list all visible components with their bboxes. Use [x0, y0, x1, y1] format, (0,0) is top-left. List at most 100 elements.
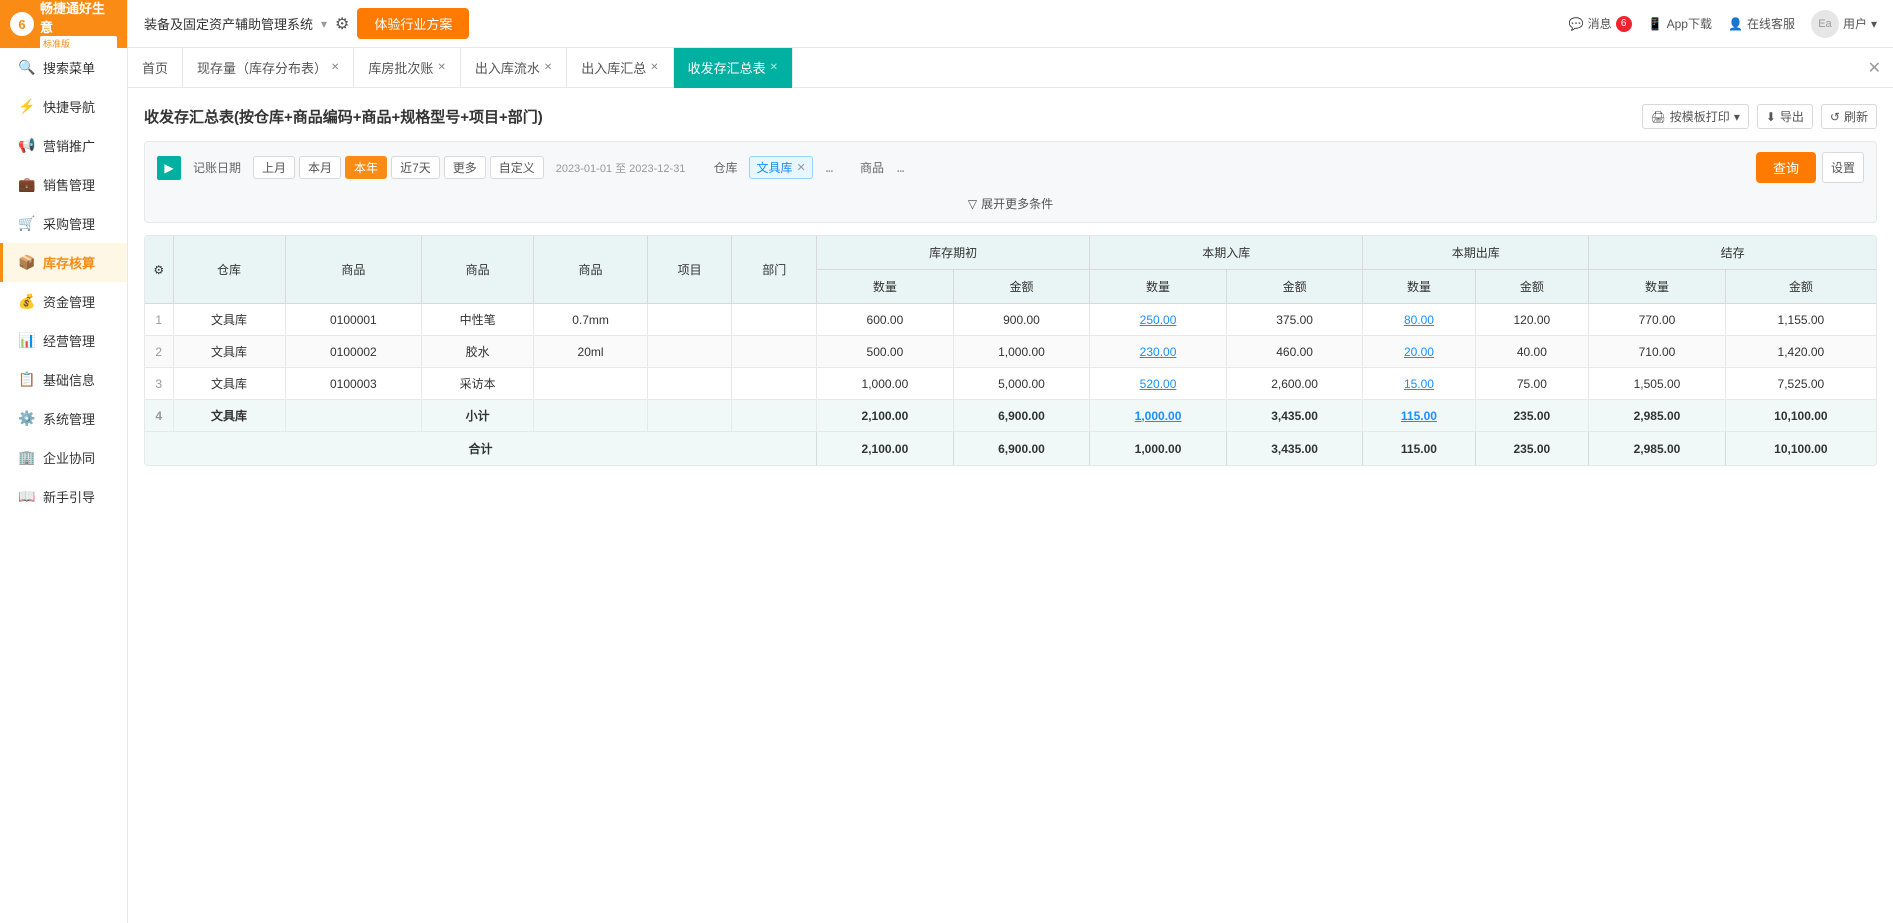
sidebar-item-finance[interactable]: 💰 资金管理: [0, 282, 127, 321]
sidebar-item-operations[interactable]: 📊 经营管理: [0, 321, 127, 360]
cell-name: 小计: [422, 400, 534, 432]
enterprise-icon: 🏢: [19, 450, 35, 466]
marketing-icon: 📢: [19, 138, 35, 154]
cell-row-num: 3: [145, 368, 173, 400]
print-button[interactable]: 🖨 按模板打印 ▾: [1642, 104, 1749, 129]
tab-inventory-dist[interactable]: 现存量（库存分布表） ✕: [183, 48, 354, 88]
cell-in-qty[interactable]: 250.00: [1090, 304, 1227, 336]
online-service-button[interactable]: 👤 在线客服: [1728, 15, 1795, 32]
app-download-button[interactable]: 📱 App下载: [1648, 15, 1712, 32]
refresh-button[interactable]: ↺ 刷新: [1821, 104, 1877, 129]
filter-bar: ▶ 记账日期 上月 本月 本年 近7天 更多 自定义 2023-01-01 至 …: [144, 141, 1877, 223]
cell-out-qty[interactable]: 20.00: [1363, 336, 1475, 368]
tab-receive-send[interactable]: 收发存汇总表 ✕: [674, 48, 793, 88]
date-btn-this-year[interactable]: 本年: [345, 156, 387, 179]
sidebar-item-sales[interactable]: 💼 销售管理: [0, 165, 127, 204]
column-settings-icon[interactable]: ⚙: [153, 263, 164, 277]
cell-in-qty[interactable]: 520.00: [1090, 368, 1227, 400]
sidebar-item-label: 资金管理: [43, 292, 95, 311]
tab-summary[interactable]: 出入库汇总 ✕: [567, 48, 673, 88]
sidebar-item-quick-nav[interactable]: ⚡ 快捷导航: [0, 87, 127, 126]
cell-code: 0100002: [285, 336, 422, 368]
sidebar-item-basic[interactable]: 📋 基础信息: [0, 360, 127, 399]
messages-button[interactable]: 💬 消息 6: [1569, 15, 1632, 32]
sidebar-item-purchase[interactable]: 🛒 采购管理: [0, 204, 127, 243]
cell-code: 0100001: [285, 304, 422, 336]
th-opening-qty: 数量: [817, 270, 954, 304]
sidebar-item-label: 搜索菜单: [43, 58, 95, 77]
sidebar-item-label: 库存核算: [43, 253, 95, 272]
sales-icon: 💼: [19, 177, 35, 193]
tab-bar-close-icon[interactable]: ✕: [1856, 58, 1893, 78]
expand-conditions-button[interactable]: ▽ 展开更多条件: [968, 195, 1053, 212]
phone-icon: 📱: [1648, 17, 1663, 31]
sidebar-item-marketing[interactable]: 📢 营销推广: [0, 126, 127, 165]
tab-batch[interactable]: 库房批次账 ✕: [354, 48, 460, 88]
filter-row-1: ▶ 记账日期 上月 本月 本年 近7天 更多 自定义 2023-01-01 至 …: [157, 152, 1864, 183]
filter-collapse-button[interactable]: ▶: [157, 156, 181, 180]
sidebar-item-search[interactable]: 🔍 搜索菜单: [0, 48, 127, 87]
tab-close-summary[interactable]: ✕: [650, 62, 658, 73]
user-menu-button[interactable]: Ea 用户 ▾: [1811, 10, 1877, 38]
sidebar-item-system[interactable]: ⚙️ 系统管理: [0, 399, 127, 438]
header-left: 装备及固定资产辅助管理系统 ▾ ⚙ 体验行业方案: [144, 8, 469, 39]
settings-button[interactable]: 设置: [1822, 152, 1864, 183]
cell-row-num: 1: [145, 304, 173, 336]
warehouse-tag-close[interactable]: ✕: [796, 161, 805, 174]
th-goods-name: 商品: [422, 236, 534, 304]
guide-icon: 📖: [19, 489, 35, 505]
tab-close-receive-send[interactable]: ✕: [770, 62, 778, 73]
footer-close-amt: 10,100.00: [1725, 432, 1876, 466]
sidebar: 6 畅捷通好生意 标准版 🔍 搜索菜单 ⚡ 快捷导航 📢 营销推广 💼 销售管理…: [0, 0, 128, 923]
sidebar-item-label: 系统管理: [43, 409, 95, 428]
cell-out-qty[interactable]: 80.00: [1363, 304, 1475, 336]
cell-out-qty[interactable]: 115.00: [1363, 400, 1475, 432]
date-btn-7days[interactable]: 近7天: [391, 156, 440, 179]
tab-bar: 首页 现存量（库存分布表） ✕ 库房批次账 ✕ 出入库流水 ✕ 出入库汇总 ✕ …: [128, 48, 1893, 88]
cell-out-qty[interactable]: 15.00: [1363, 368, 1475, 400]
date-btn-custom[interactable]: 自定义: [490, 156, 544, 179]
sidebar-item-enterprise[interactable]: 🏢 企业协同: [0, 438, 127, 477]
cell-project: [647, 304, 732, 336]
top-header: 装备及固定资产辅助管理系统 ▾ ⚙ 体验行业方案 💬 消息 6 📱 App下载 …: [128, 0, 1893, 48]
cell-spec: 20ml: [534, 336, 648, 368]
query-button[interactable]: 查询: [1756, 152, 1816, 183]
data-table: ⚙ 仓库 商品 商品 商品 项目 部门 库存期初 本期入库 本期出库 结存: [145, 236, 1876, 465]
footer-out-amt: 235.00: [1475, 432, 1589, 466]
date-btn-this-month[interactable]: 本月: [299, 156, 341, 179]
export-button[interactable]: ⬇ 导出: [1757, 104, 1813, 129]
tab-close-batch[interactable]: ✕: [437, 62, 445, 73]
cell-in-qty[interactable]: 1,000.00: [1090, 400, 1227, 432]
settings-gear-icon[interactable]: ⚙: [335, 14, 349, 34]
sidebar-item-inventory[interactable]: 📦 库存核算: [0, 243, 127, 282]
cell-spec: [534, 400, 648, 432]
trial-button[interactable]: 体验行业方案: [357, 8, 469, 39]
table-footer: 合计 2,100.00 6,900.00 1,000.00 3,435.00 1…: [145, 432, 1876, 466]
main-content: 装备及固定资产辅助管理系统 ▾ ⚙ 体验行业方案 💬 消息 6 📱 App下载 …: [128, 0, 1893, 923]
page-content: 收发存汇总表(按仓库+商品编码+商品+规格型号+项目+部门) 🖨 按模板打印 ▾…: [128, 88, 1893, 923]
cell-in-qty[interactable]: 230.00: [1090, 336, 1227, 368]
operations-icon: 📊: [19, 333, 35, 349]
system-icon: ⚙️: [19, 411, 35, 427]
page-actions: 🖨 按模板打印 ▾ ⬇ 导出 ↺ 刷新: [1642, 104, 1877, 129]
system-title: 装备及固定资产辅助管理系统: [144, 14, 313, 33]
tab-flow[interactable]: 出入库流水 ✕: [461, 48, 567, 88]
tab-close-flow[interactable]: ✕: [544, 62, 552, 73]
cell-open-qty: 2,100.00: [817, 400, 954, 432]
dropdown-arrow-icon[interactable]: ▾: [321, 17, 327, 31]
date-btn-more[interactable]: 更多: [444, 156, 486, 179]
footer-in-amt: 3,435.00: [1226, 432, 1363, 466]
date-btn-last-month[interactable]: 上月: [253, 156, 295, 179]
th-closing-amt: 金额: [1725, 270, 1876, 304]
table-row: 2文具库0100002胶水20ml500.001,000.00230.00460…: [145, 336, 1876, 368]
th-opening-amt: 金额: [953, 270, 1090, 304]
cell-close-amt: 10,100.00: [1725, 400, 1876, 432]
sidebar-item-guide[interactable]: 📖 新手引导: [0, 477, 127, 516]
tab-home[interactable]: 首页: [128, 48, 183, 88]
goods-dots[interactable]: ...: [896, 159, 903, 177]
tab-close-inventory-dist[interactable]: ✕: [331, 62, 339, 73]
cell-spec: [534, 368, 648, 400]
purchase-icon: 🛒: [19, 216, 35, 232]
footer-out-qty: 115.00: [1363, 432, 1475, 466]
warehouse-dots[interactable]: ...: [825, 159, 832, 177]
